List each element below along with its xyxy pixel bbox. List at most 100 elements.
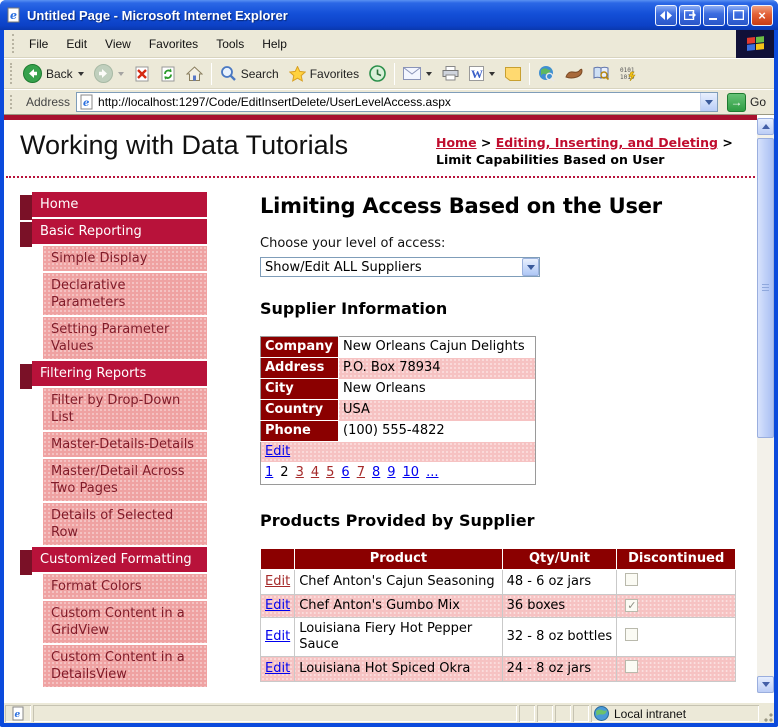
sidebar-item-master-detail-two-pages[interactable]: Master/Detail Across Two Pages bbox=[43, 459, 207, 501]
menu-view[interactable]: View bbox=[96, 33, 140, 55]
pager-page-9[interactable]: 9 bbox=[387, 465, 395, 480]
status-pane-1 bbox=[519, 705, 535, 722]
sidebar-item-master-details-details[interactable]: Master-Details-Details bbox=[43, 432, 207, 457]
discontinued-checkbox bbox=[625, 660, 639, 673]
sidebar-item-declarative-parameters[interactable]: Declarative Parameters bbox=[43, 273, 207, 315]
menu-edit[interactable]: Edit bbox=[57, 33, 96, 55]
forward-button[interactable] bbox=[89, 61, 129, 86]
sidebar-item-custom-content-gridview[interactable]: Custom Content in a GridView bbox=[43, 601, 207, 643]
menu-bar: File Edit View Favorites Tools Help bbox=[4, 29, 774, 58]
search-button[interactable]: Search bbox=[215, 62, 284, 85]
title-bar[interactable]: e Untitled Page - Microsoft Internet Exp… bbox=[0, 0, 778, 30]
mail-button[interactable] bbox=[398, 64, 437, 83]
qty-per-unit: 32 - 8 oz bottles bbox=[501, 617, 618, 657]
history-button[interactable] bbox=[364, 62, 391, 85]
scroll-down-button[interactable] bbox=[757, 676, 774, 693]
back-label: Back bbox=[46, 66, 73, 81]
book-search-icon bbox=[593, 66, 610, 81]
scroll-up-button[interactable] bbox=[757, 118, 774, 135]
toolbar-grip-3[interactable] bbox=[10, 95, 14, 109]
pager-page-1[interactable]: 1 bbox=[265, 465, 273, 480]
favorites-star-icon bbox=[288, 65, 306, 82]
standard-toolbar: Back Search Favorites W 0101 1010 bbox=[4, 58, 774, 89]
row-edit-link[interactable]: Edit bbox=[265, 574, 290, 589]
pager-row: 1 2 3 4 5 6 7 8 9 10... bbox=[260, 462, 536, 485]
addon-binary-button[interactable]: 0101 1010 bbox=[615, 63, 641, 84]
scroll-thumb[interactable] bbox=[757, 138, 774, 438]
back-dropdown-icon[interactable] bbox=[77, 71, 84, 76]
pager-page-10[interactable]: 10 bbox=[403, 465, 420, 480]
url-text[interactable]: http://localhost:1297/Code/EditInsertDel… bbox=[98, 95, 700, 109]
stop-button[interactable] bbox=[129, 63, 155, 85]
access-level-prompt: Choose your level of access: bbox=[260, 236, 446, 251]
sidebar-item-home[interactable]: Home bbox=[20, 192, 207, 220]
pager-page-4[interactable]: 4 bbox=[311, 465, 319, 480]
status-page-icon: e bbox=[12, 706, 25, 721]
supplier-section-title: Supplier Information bbox=[260, 299, 448, 318]
stop-icon bbox=[134, 66, 150, 82]
vertical-scrollbar[interactable] bbox=[757, 118, 774, 693]
sidebar-item-simple-display[interactable]: Simple Display bbox=[43, 246, 207, 271]
pager-page-6[interactable]: 6 bbox=[341, 465, 349, 480]
access-level-select[interactable]: Show/Edit ALL Suppliers bbox=[260, 257, 540, 277]
go-button[interactable]: → Go bbox=[723, 92, 770, 113]
addon-book-button[interactable] bbox=[588, 63, 615, 84]
svg-text:W: W bbox=[471, 67, 483, 81]
addon-animal-button[interactable] bbox=[560, 64, 588, 83]
resize-grip[interactable] bbox=[760, 703, 774, 723]
refresh-button[interactable] bbox=[155, 63, 181, 85]
pager-page-7[interactable]: 7 bbox=[357, 465, 365, 480]
minimize-button[interactable] bbox=[703, 4, 725, 26]
mail-dropdown-icon[interactable] bbox=[426, 71, 433, 76]
pager-page-3[interactable]: 3 bbox=[296, 465, 304, 480]
toolbar-grip[interactable] bbox=[12, 34, 16, 53]
print-button[interactable] bbox=[437, 63, 464, 84]
supplier-edit-link[interactable]: Edit bbox=[265, 444, 290, 459]
edit-dropdown-icon[interactable] bbox=[489, 71, 496, 76]
address-dropdown-button[interactable] bbox=[699, 93, 717, 111]
menu-tools[interactable]: Tools bbox=[207, 33, 253, 55]
addon-globe-button[interactable] bbox=[533, 62, 560, 85]
sidebar-item-details-of-selected-row[interactable]: Details of Selected Row bbox=[43, 503, 207, 545]
row-edit-link[interactable]: Edit bbox=[265, 598, 290, 613]
product-name: Chef Anton's Cajun Seasoning bbox=[294, 569, 503, 595]
breadcrumb-home-link[interactable]: Home bbox=[436, 135, 477, 150]
toolbar-grip-2[interactable] bbox=[10, 63, 14, 84]
sidebar-item-basic-reporting[interactable]: Basic Reporting bbox=[20, 219, 207, 247]
close-button[interactable]: × bbox=[751, 4, 773, 26]
mail-icon bbox=[403, 67, 422, 80]
edit-with-word-button[interactable]: W bbox=[464, 63, 500, 84]
favorites-button[interactable]: Favorites bbox=[284, 63, 364, 85]
breadcrumb-section-link[interactable]: Editing, Inserting, and Deleting bbox=[496, 135, 718, 150]
pager-page-8[interactable]: 8 bbox=[372, 465, 380, 480]
table-row: City New Orleans bbox=[260, 378, 536, 400]
table-row: Edit Louisiana Fiery Hot Pepper Sauce 32… bbox=[259, 617, 736, 657]
window-title: Untitled Page - Microsoft Internet Explo… bbox=[27, 7, 288, 23]
address-input[interactable]: e http://localhost:1297/Code/EditInsertD… bbox=[76, 92, 718, 112]
sidebar-item-format-colors[interactable]: Format Colors bbox=[43, 574, 207, 599]
toolbar-separator-3 bbox=[529, 62, 531, 85]
row-edit-link[interactable]: Edit bbox=[265, 629, 290, 644]
menu-favorites[interactable]: Favorites bbox=[140, 33, 207, 55]
messenger-button[interactable] bbox=[500, 64, 526, 84]
popout-button[interactable] bbox=[679, 4, 701, 26]
sidebar-item-filtering-reports[interactable]: Filtering Reports bbox=[20, 361, 207, 389]
status-pane-4 bbox=[573, 705, 589, 722]
sidebar-item-custom-content-detailsview[interactable]: Custom Content in a DetailsView bbox=[43, 645, 207, 687]
address-bar: Address e http://localhost:1297/Code/Edi… bbox=[4, 89, 774, 115]
sidebar-item-customized-formatting[interactable]: Customized Formatting bbox=[20, 547, 207, 575]
home-button[interactable] bbox=[181, 63, 208, 85]
menu-help[interactable]: Help bbox=[253, 33, 296, 55]
arrows-button[interactable] bbox=[655, 4, 677, 26]
address-label: Address bbox=[26, 95, 71, 109]
row-edit-link[interactable]: Edit bbox=[265, 661, 290, 676]
back-button[interactable]: Back bbox=[18, 61, 89, 86]
sidebar-item-filter-by-dropdown-list[interactable]: Filter by Drop-Down List bbox=[43, 388, 207, 430]
pager-page-5[interactable]: 5 bbox=[326, 465, 334, 480]
menu-file[interactable]: File bbox=[20, 33, 57, 55]
sidebar-item-setting-parameter-values[interactable]: Setting Parameter Values bbox=[43, 317, 207, 359]
select-dropdown-button[interactable] bbox=[522, 258, 539, 276]
products-table: Product Qty/Unit Discontinued Edit Chef … bbox=[259, 548, 736, 682]
maximize-button[interactable] bbox=[727, 4, 749, 26]
pager-more[interactable]: ... bbox=[426, 465, 438, 480]
